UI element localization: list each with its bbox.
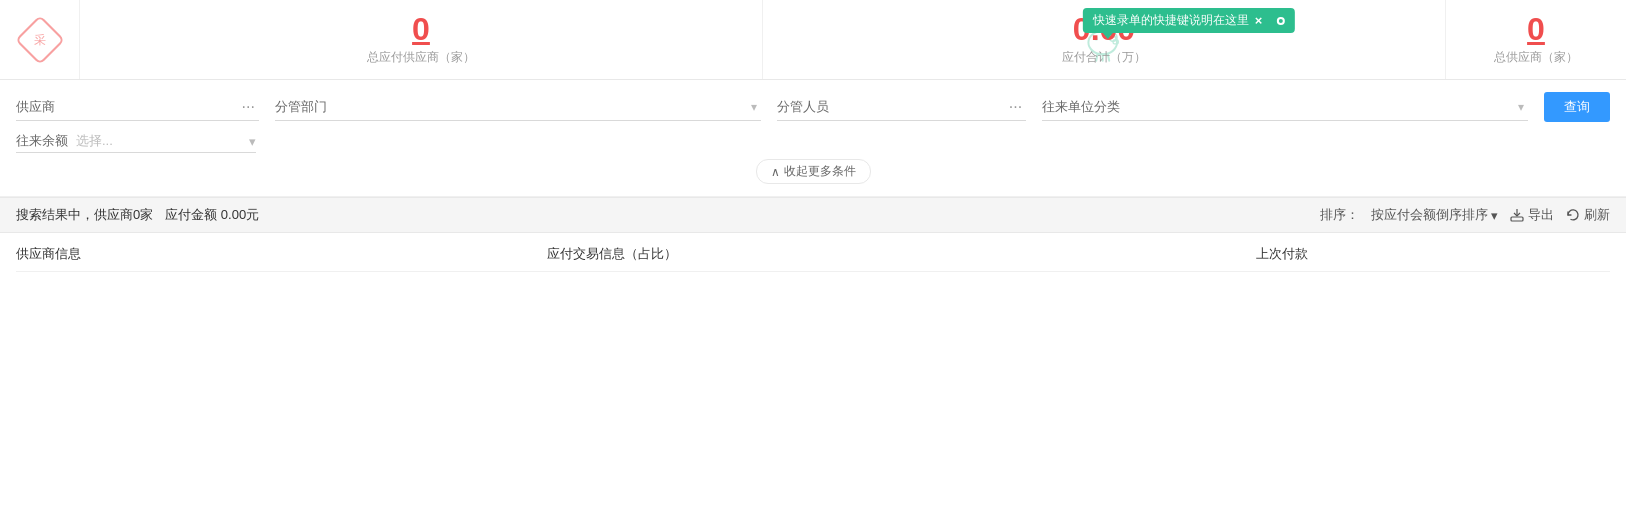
results-summary: 搜索结果中，供应商0家 应付金额 0.00元 [16, 206, 259, 224]
stat-total-payable-suppliers-number: 0 [412, 13, 430, 45]
balance-filter-group: 往来余额 选择... ▾ [16, 130, 256, 153]
filter-area: 供应商 ··· 分管部门 ▾ 分管人员 ··· 往来单位分类 ▾ 查询 往来余额 [0, 80, 1626, 197]
diamond-logo-icon: 采 [15, 15, 65, 65]
refresh-btn[interactable]: 刷新 [1566, 206, 1610, 224]
stat-total-payable-suppliers-label: 总应付供应商（家） [367, 49, 475, 66]
export-icon [1510, 208, 1524, 222]
balance-placeholder[interactable]: 选择... [76, 132, 249, 150]
stat-total-suppliers: 0 总供应商（家） [1446, 0, 1626, 79]
balance-arrow-icon[interactable]: ▾ [249, 134, 256, 149]
tooltip-bubble: 快速录单的快捷键说明在这里 × [1083, 8, 1295, 33]
unit-classification-arrow-icon[interactable]: ▾ [1514, 100, 1528, 114]
col-last-payment-header: 上次付款 [1256, 245, 1610, 263]
refresh-label: 刷新 [1584, 206, 1610, 224]
stat-total-payable-suppliers: 0 总应付供应商（家） [80, 0, 763, 79]
stat-total-suppliers-number: 0 [1527, 13, 1545, 45]
results-bar: 搜索结果中，供应商0家 应付金额 0.00元 排序： 按应付会额倒序排序 ▾ 导… [0, 197, 1626, 233]
supplier-filter-group: 供应商 ··· [16, 94, 259, 121]
manager-filter-input[interactable] [837, 99, 1005, 114]
svg-rect-9 [1511, 217, 1523, 221]
filter-row-2: 往来余额 选择... ▾ [16, 130, 1610, 153]
manager-dots-btn[interactable]: ··· [1005, 98, 1026, 116]
sort-arrow-icon: ▾ [1491, 208, 1498, 223]
stat-payable-total-label: 应付合计（万） [1062, 49, 1146, 66]
sort-value-text: 按应付会额倒序排序 [1371, 206, 1488, 224]
unit-classification-filter-input[interactable] [1128, 99, 1514, 114]
table-area: 供应商信息 应付交易信息（占比） 上次付款 [0, 233, 1626, 515]
tooltip-text: 快速录单的快捷键说明在这里 [1093, 12, 1249, 29]
svg-text:采: 采 [34, 33, 46, 46]
results-amount: 应付金额 0.00元 [165, 206, 259, 224]
col-supplier-info-header: 供应商信息 [16, 245, 547, 263]
filter-row-1: 供应商 ··· 分管部门 ▾ 分管人员 ··· 往来单位分类 ▾ 查询 [16, 92, 1610, 122]
col-transaction-header: 应付交易信息（占比） [547, 245, 1255, 263]
supplier-dots-btn[interactable]: ··· [238, 98, 259, 116]
tooltip-close-btn[interactable]: × [1255, 13, 1263, 28]
query-button[interactable]: 查询 [1544, 92, 1610, 122]
collapse-icon: ∧ [771, 165, 780, 179]
tooltip-dot-icon [1276, 17, 1284, 25]
piggy-area: 0.00 应付合计（万） 快速录单的快捷键说明在这里 × [763, 0, 1446, 79]
department-filter-label: 分管部门 [275, 98, 327, 116]
export-label: 导出 [1528, 206, 1554, 224]
department-filter-input[interactable] [335, 99, 747, 114]
table-body [16, 272, 1610, 515]
refresh-icon [1566, 208, 1580, 222]
results-actions: 排序： 按应付会额倒序排序 ▾ 导出 刷新 [1320, 206, 1610, 224]
department-arrow-icon[interactable]: ▾ [747, 100, 761, 114]
unit-classification-filter-group: 往来单位分类 ▾ [1042, 94, 1528, 121]
stats-bar: 采 0 总应付供应商（家） 0.00 应付合计（万） 快速录单的快捷键说明在这里… [0, 0, 1626, 80]
collapse-row: ∧ 收起更多条件 [16, 159, 1610, 184]
manager-filter-label: 分管人员 [777, 98, 829, 116]
unit-classification-filter-label: 往来单位分类 [1042, 98, 1120, 116]
table-header: 供应商信息 应付交易信息（占比） 上次付款 [16, 233, 1610, 272]
collapse-more-btn[interactable]: ∧ 收起更多条件 [756, 159, 871, 184]
balance-filter-label: 往来余额 [16, 132, 68, 150]
sort-value-btn[interactable]: 按应付会额倒序排序 ▾ [1371, 206, 1498, 224]
sort-label: 排序： [1320, 206, 1359, 224]
logo-area: 采 [0, 0, 80, 79]
department-filter-group: 分管部门 ▾ [275, 94, 761, 121]
supplier-filter-label: 供应商 [16, 98, 55, 116]
collapse-label: 收起更多条件 [784, 163, 856, 180]
stat-total-suppliers-label: 总供应商（家） [1494, 49, 1578, 66]
results-text: 搜索结果中，供应商0家 [16, 206, 153, 224]
export-btn[interactable]: 导出 [1510, 206, 1554, 224]
manager-filter-group: 分管人员 ··· [777, 94, 1026, 121]
supplier-filter-input[interactable] [63, 99, 238, 114]
